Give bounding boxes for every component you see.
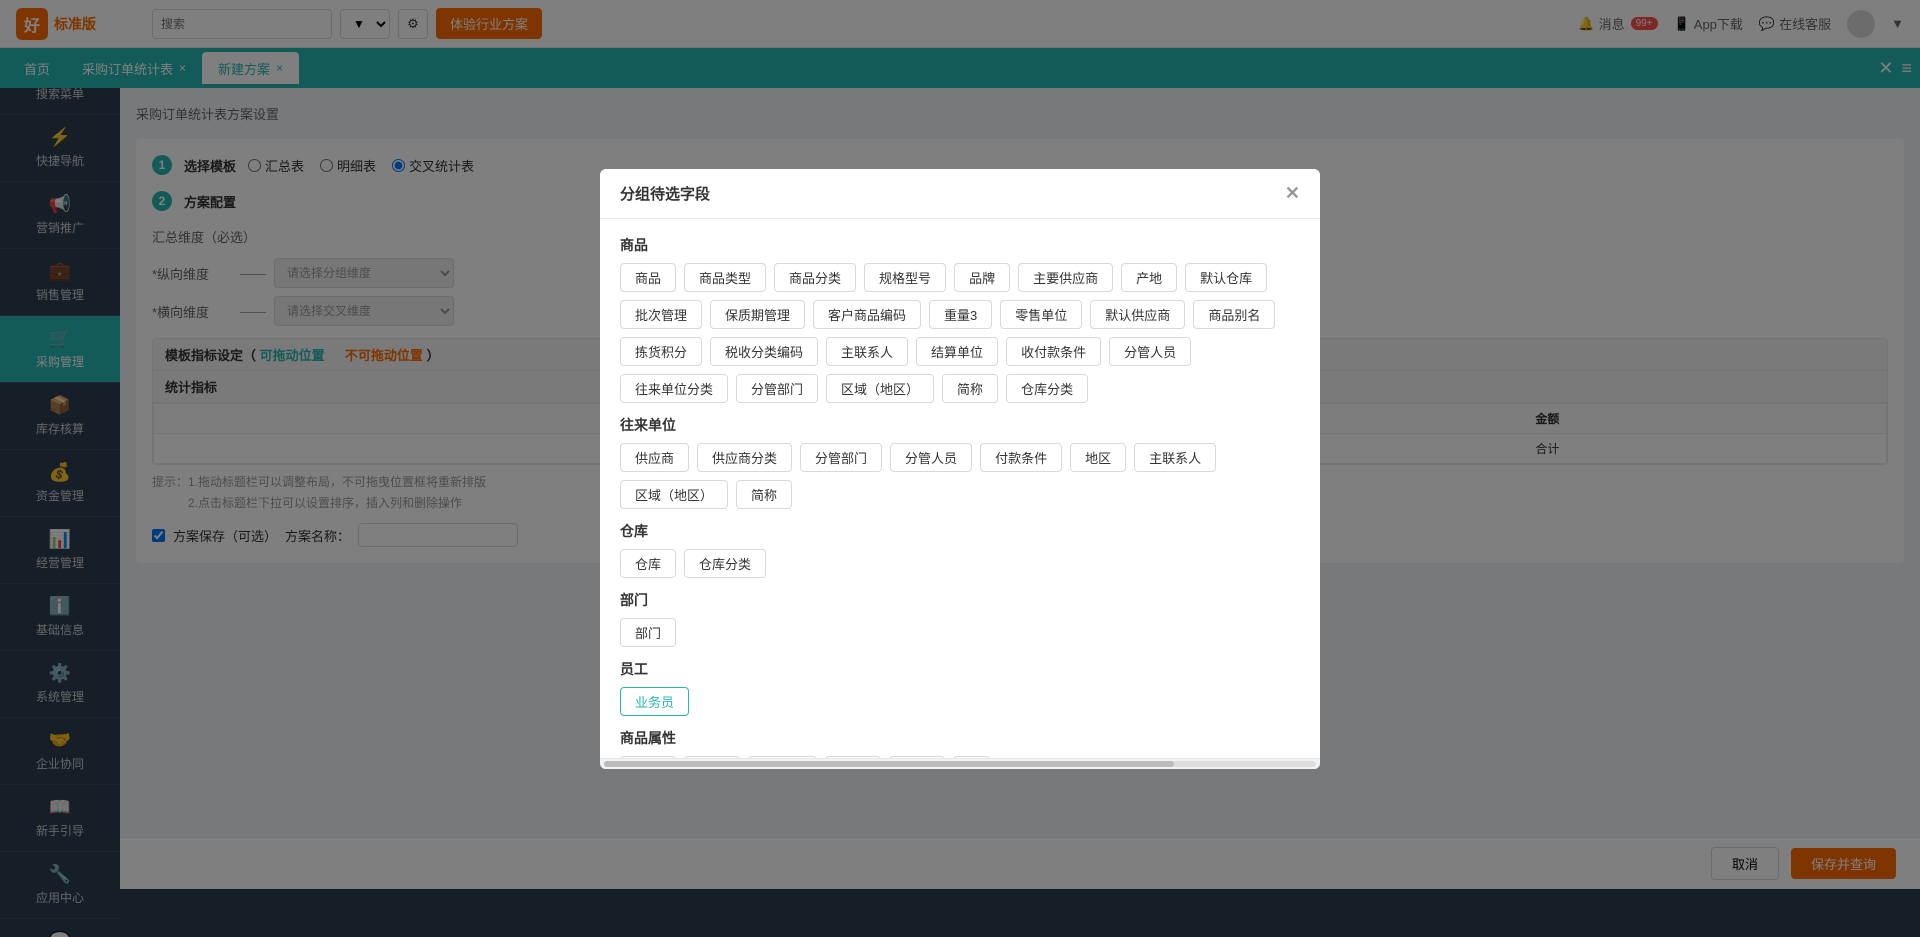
field-grid-partner: 供应商 供应商分类 分管部门 分管人员 付款条件 地区 主联系人 区域（地区） … <box>620 443 1300 509</box>
field-tag[interactable]: 产地 <box>1121 263 1177 292</box>
field-tag-employee-salesman[interactable]: 业务员 <box>620 687 689 716</box>
field-tag[interactable]: 商品 <box>620 263 676 292</box>
field-tag[interactable]: 商品别名 <box>1193 300 1275 329</box>
modal: 分组待选字段 ✕ 商品 商品 商品类型 商品分类 规格型号 品牌 主要供应商 产… <box>600 169 1320 769</box>
modal-header: 分组待选字段 ✕ <box>600 169 1320 219</box>
field-tag[interactable]: 规格型号 <box>864 263 946 292</box>
field-tag[interactable]: 重量3 <box>929 300 992 329</box>
field-tag[interactable]: 税收分类编码 <box>710 337 818 366</box>
field-tag[interactable]: 零售单位 <box>1000 300 1082 329</box>
modal-horizontal-scrollbar[interactable] <box>600 758 1320 768</box>
field-tag[interactable]: 商品分类 <box>774 263 856 292</box>
field-grid-goods: 商品 商品类型 商品分类 规格型号 品牌 主要供应商 产地 默认仓库 批次管理 … <box>620 263 1300 403</box>
h-scrollbar-thumb <box>604 761 1174 767</box>
field-tag[interactable]: 往来单位分类 <box>620 374 728 403</box>
field-grid-employee: 业务员 <box>620 687 1300 716</box>
field-tag[interactable]: 分管部门 <box>800 443 882 472</box>
field-tag[interactable]: 主要供应商 <box>1018 263 1113 292</box>
field-tag[interactable]: 主联系人 <box>1134 443 1216 472</box>
field-tag[interactable]: 区域（地区） <box>826 374 934 403</box>
field-grid-warehouse: 仓库 仓库分类 <box>620 549 1300 578</box>
field-tag[interactable]: 分管人员 <box>1109 337 1191 366</box>
field-tag[interactable]: 供应商分类 <box>697 443 792 472</box>
field-tag[interactable]: 收付款条件 <box>1006 337 1101 366</box>
field-tag[interactable]: 地区 <box>1070 443 1126 472</box>
field-tag[interactable]: 区域（地区） <box>620 480 728 509</box>
section-title-department: 部门 <box>620 590 1300 610</box>
field-tag[interactable]: 拣货积分 <box>620 337 702 366</box>
field-tag[interactable]: 品牌 <box>954 263 1010 292</box>
field-tag[interactable]: 默认供应商 <box>1090 300 1185 329</box>
modal-overlay: 分组待选字段 ✕ 商品 商品 商品类型 商品分类 规格型号 品牌 主要供应商 产… <box>0 0 1920 937</box>
field-tag[interactable]: 批次管理 <box>620 300 702 329</box>
field-tag[interactable]: 保质期管理 <box>710 300 805 329</box>
section-title-partner: 往来单位 <box>620 415 1300 435</box>
h-scrollbar[interactable] <box>604 761 1316 767</box>
field-tag[interactable]: 付款条件 <box>980 443 1062 472</box>
field-tag[interactable]: 部门 <box>620 618 676 647</box>
field-tag[interactable]: 简称 <box>942 374 998 403</box>
section-title-employee: 员工 <box>620 659 1300 679</box>
field-tag[interactable]: 仓库分类 <box>684 549 766 578</box>
field-tag[interactable]: 仓库分类 <box>1006 374 1088 403</box>
section-title-warehouse: 仓库 <box>620 521 1300 541</box>
modal-title: 分组待选字段 <box>620 183 710 204</box>
field-grid-department: 部门 <box>620 618 1300 647</box>
field-tag[interactable]: 商品类型 <box>684 263 766 292</box>
field-tag[interactable]: 简称 <box>736 480 792 509</box>
field-tag[interactable]: 仓库 <box>620 549 676 578</box>
field-tag[interactable]: 主联系人 <box>826 337 908 366</box>
field-tag[interactable]: 分管部门 <box>736 374 818 403</box>
modal-close-button[interactable]: ✕ <box>1285 183 1300 204</box>
section-title-goods: 商品 <box>620 235 1300 255</box>
field-tag[interactable]: 结算单位 <box>916 337 998 366</box>
field-tag[interactable]: 客户商品编码 <box>813 300 921 329</box>
field-tag[interactable]: 供应商 <box>620 443 689 472</box>
field-tag[interactable]: 分管人员 <box>890 443 972 472</box>
field-tag[interactable]: 默认仓库 <box>1185 263 1267 292</box>
section-title-goods-attr: 商品属性 <box>620 728 1300 748</box>
modal-body: 商品 商品 商品类型 商品分类 规格型号 品牌 主要供应商 产地 默认仓库 批次… <box>600 219 1320 759</box>
